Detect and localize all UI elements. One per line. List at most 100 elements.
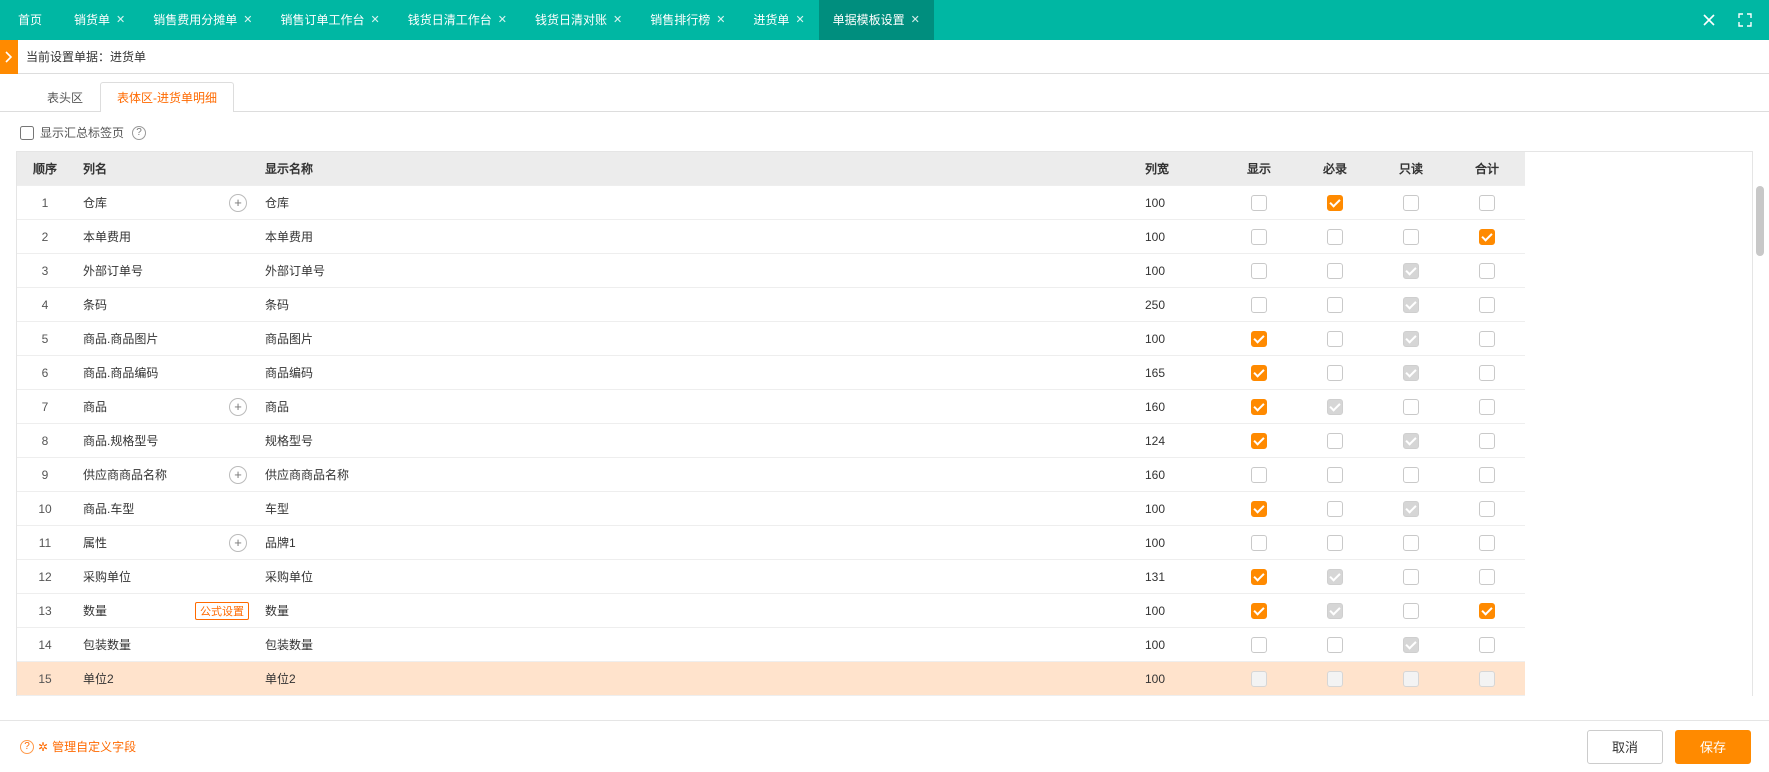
column-header: 列名 (73, 152, 255, 186)
close-all-tabs-icon[interactable] (1695, 6, 1723, 34)
checkbox[interactable] (1251, 569, 1267, 585)
checkbox[interactable] (1479, 297, 1495, 313)
add-icon[interactable]: + (229, 398, 247, 416)
table-cell: 商品.车型 (73, 492, 255, 526)
save-button[interactable]: 保存 (1675, 730, 1751, 764)
cancel-button[interactable]: 取消 (1587, 730, 1663, 764)
checkbox[interactable] (1327, 535, 1343, 551)
table-cell: 外部订单号 (255, 254, 1135, 288)
table-cell: 100 (1135, 322, 1221, 356)
checkbox[interactable] (1251, 501, 1267, 517)
add-icon[interactable]: + (229, 194, 247, 212)
table-cell (1221, 356, 1297, 390)
checkbox[interactable] (1327, 501, 1343, 517)
table-cell (1221, 322, 1297, 356)
checkbox[interactable] (1479, 603, 1495, 619)
checkbox[interactable] (1479, 535, 1495, 551)
add-icon[interactable]: + (229, 534, 247, 552)
checkbox[interactable] (1251, 365, 1267, 381)
checkbox[interactable] (1479, 433, 1495, 449)
table-cell (1449, 492, 1525, 526)
checkbox[interactable] (1479, 467, 1495, 483)
formula-button[interactable]: 公式设置 (195, 602, 249, 620)
table-cell (1373, 288, 1449, 322)
checkbox[interactable] (1327, 637, 1343, 653)
checkbox[interactable] (1251, 467, 1267, 483)
checkbox[interactable] (1403, 603, 1419, 619)
checkbox[interactable] (1403, 229, 1419, 245)
checkbox[interactable] (1251, 263, 1267, 279)
fullscreen-icon[interactable] (1731, 6, 1759, 34)
table-cell (1297, 288, 1373, 322)
close-icon[interactable]: ✕ (716, 0, 725, 40)
checkbox[interactable] (1327, 467, 1343, 483)
checkbox[interactable] (1327, 263, 1343, 279)
close-icon[interactable]: ✕ (243, 0, 252, 40)
table-cell (1297, 254, 1373, 288)
checkbox[interactable] (1327, 195, 1343, 211)
checkbox[interactable] (1251, 229, 1267, 245)
checkbox[interactable] (1479, 263, 1495, 279)
checkbox[interactable] (1403, 467, 1419, 483)
table-cell (1297, 424, 1373, 458)
checkbox[interactable] (1403, 535, 1419, 551)
close-icon[interactable]: ✕ (613, 0, 622, 40)
checkbox[interactable] (1251, 603, 1267, 619)
table-cell (1297, 322, 1373, 356)
checkbox[interactable] (1403, 569, 1419, 585)
close-icon[interactable]: ✕ (498, 0, 507, 40)
table-cell: 12 (17, 560, 73, 594)
checkbox[interactable] (1479, 195, 1495, 211)
checkbox[interactable] (1251, 297, 1267, 313)
checkbox[interactable] (1251, 535, 1267, 551)
summary-tab-checkbox[interactable] (20, 126, 34, 140)
tab-单据模板设置[interactable]: 单据模板设置✕ (819, 0, 934, 40)
tab-销售费用分摊单[interactable]: 销售费用分摊单✕ (139, 0, 266, 40)
table-cell: 包装数量 (73, 628, 255, 662)
tab-钱货日清工作台[interactable]: 钱货日清工作台✕ (394, 0, 521, 40)
table-cell: 13 (17, 594, 73, 628)
close-icon[interactable]: ✕ (795, 0, 804, 40)
sub-tab[interactable]: 表头区 (30, 82, 100, 112)
checkbox[interactable] (1327, 331, 1343, 347)
checkbox[interactable] (1403, 195, 1419, 211)
close-icon[interactable]: ✕ (116, 0, 125, 40)
checkbox[interactable] (1327, 365, 1343, 381)
table-cell (1373, 254, 1449, 288)
checkbox[interactable] (1251, 433, 1267, 449)
checkbox[interactable] (1251, 637, 1267, 653)
checkbox (1403, 331, 1419, 347)
tab-进货单[interactable]: 进货单✕ (739, 0, 818, 40)
close-icon[interactable]: ✕ (371, 0, 380, 40)
checkbox[interactable] (1251, 195, 1267, 211)
checkbox[interactable] (1327, 433, 1343, 449)
checkbox[interactable] (1403, 399, 1419, 415)
checkbox[interactable] (1251, 399, 1267, 415)
checkbox[interactable] (1479, 399, 1495, 415)
checkbox[interactable] (1479, 569, 1495, 585)
vertical-scrollbar[interactable] (1754, 186, 1764, 696)
add-icon[interactable]: + (229, 466, 247, 484)
table-cell (1297, 492, 1373, 526)
tab-销售排行榜[interactable]: 销售排行榜✕ (636, 0, 739, 40)
checkbox[interactable] (1479, 501, 1495, 517)
tab-钱货日清对账[interactable]: 钱货日清对账✕ (521, 0, 636, 40)
checkbox[interactable] (1479, 637, 1495, 653)
tab-home[interactable]: 首页 (0, 0, 60, 40)
checkbox (1327, 603, 1343, 619)
checkbox[interactable] (1251, 331, 1267, 347)
checkbox[interactable] (1327, 229, 1343, 245)
checkbox[interactable] (1327, 297, 1343, 313)
checkbox[interactable] (1479, 331, 1495, 347)
help-icon[interactable]: ? (20, 740, 34, 754)
help-icon[interactable]: ? (132, 126, 146, 140)
close-icon[interactable]: ✕ (911, 0, 920, 40)
checkbox[interactable] (1479, 229, 1495, 245)
checkbox[interactable] (1479, 365, 1495, 381)
manage-custom-fields-link[interactable]: 管理自定义字段 (52, 738, 136, 755)
sub-tab[interactable]: 表体区-进货单明细 (100, 82, 234, 112)
table-cell: 采购单位 (255, 560, 1135, 594)
tab-销货单[interactable]: 销货单✕ (60, 0, 139, 40)
chevron-right-icon[interactable] (0, 40, 18, 74)
tab-销售订单工作台[interactable]: 销售订单工作台✕ (266, 0, 393, 40)
